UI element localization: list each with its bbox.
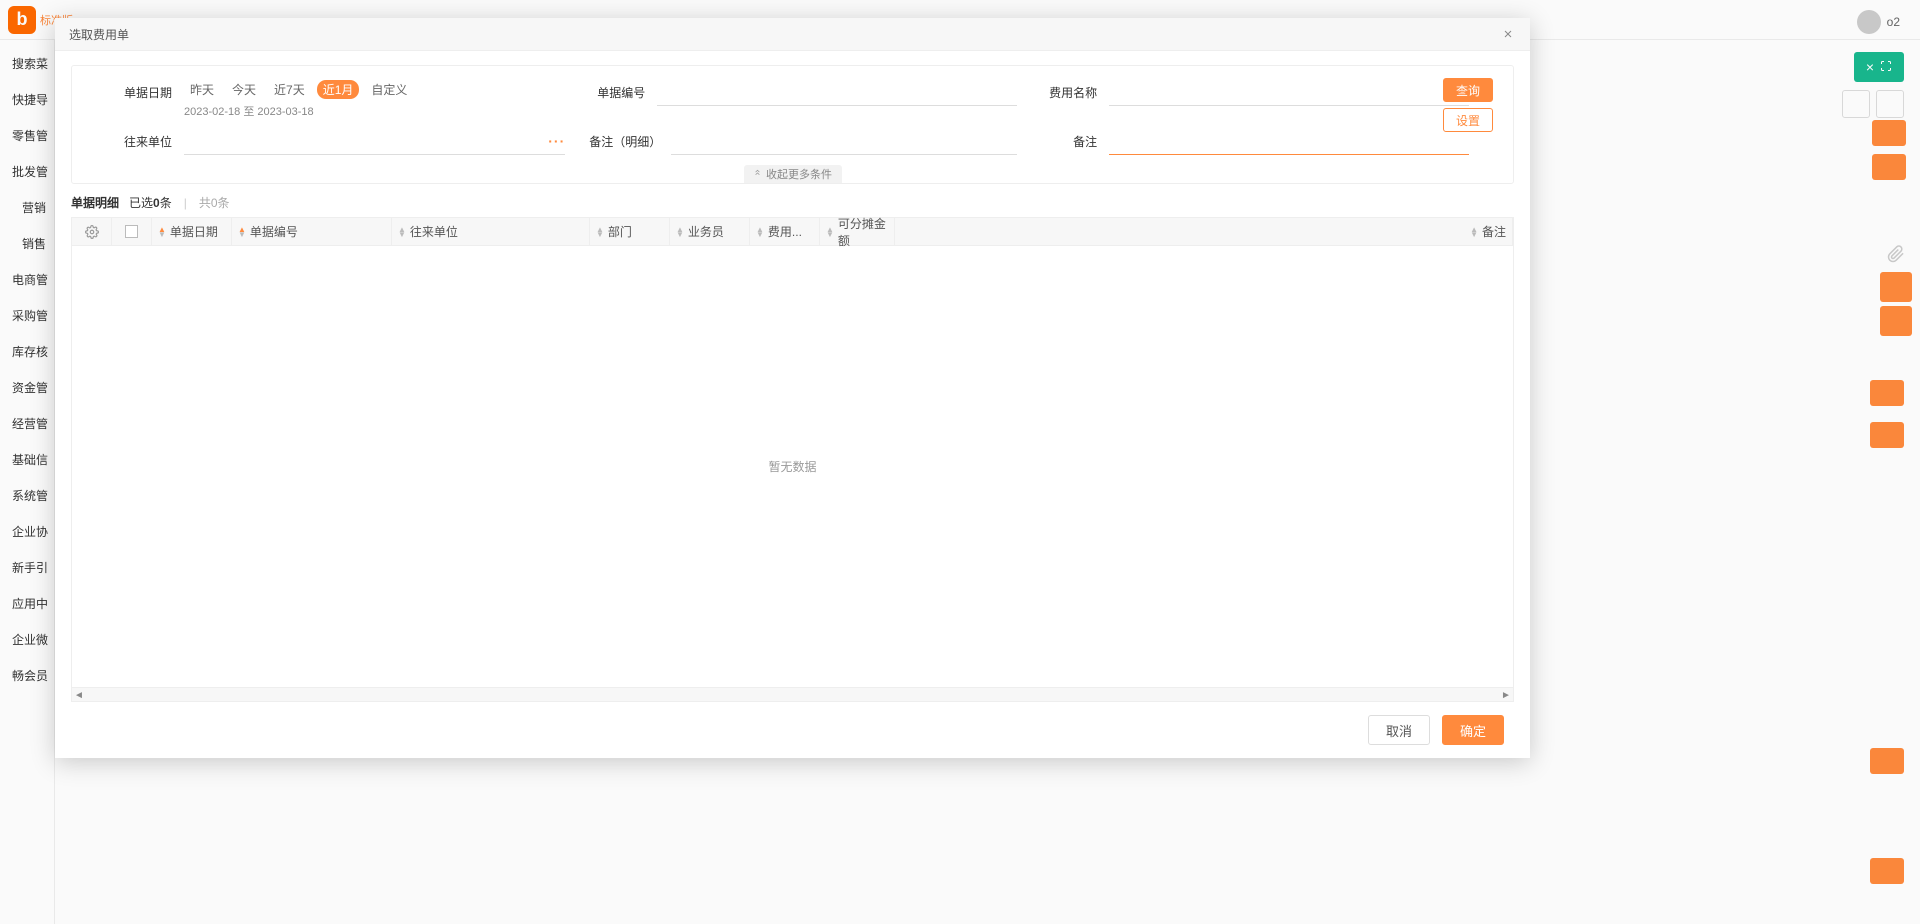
confirm-button[interactable]: 确定 (1442, 715, 1504, 745)
cancel-button[interactable]: 取消 (1368, 715, 1430, 745)
col-remark-label: 备注 (1482, 223, 1506, 240)
select-fee-modal: 选取费用单 查询 设置 单据日期 昨天 今天 (55, 18, 1530, 758)
chip-custom[interactable]: 自定义 (365, 80, 413, 99)
col-partner-label: 往来单位 (410, 223, 458, 240)
date-label: 单据日期 (116, 80, 172, 106)
data-table: ▲▼ 单据日期 ▲▼ 单据编号 ▲▼ 往来单位 ▲▼ 部门 (71, 217, 1514, 702)
data-section-header: 单据明细 已选0条 | 共0条 (71, 194, 1514, 211)
partner-label: 往来单位 (116, 129, 172, 155)
selected-summary: 已选0条 (129, 194, 172, 211)
col-alloc[interactable]: ▲▼ 可分摊金额 (820, 218, 895, 245)
table-header: ▲▼ 单据日期 ▲▼ 单据编号 ▲▼ 往来单位 ▲▼ 部门 (72, 218, 1513, 246)
col-code-label: 单据编号 (250, 223, 298, 240)
remark-detail-input[interactable] (671, 129, 1017, 155)
divider: | (184, 196, 187, 210)
modal-overlay: 选取费用单 查询 设置 单据日期 昨天 今天 (0, 0, 1920, 924)
gear-icon (85, 225, 99, 239)
modal-footer: 取消 确定 (55, 702, 1530, 758)
modal-close-button[interactable] (1500, 26, 1516, 42)
collapse-label: 收起更多条件 (766, 166, 832, 182)
remark-label: 备注 (1041, 129, 1097, 155)
col-staff-label: 业务员 (688, 223, 724, 240)
checkbox-icon (125, 225, 138, 238)
code-label: 单据编号 (589, 80, 645, 106)
partner-more-icon[interactable]: ··· (548, 133, 565, 149)
col-date-label: 单据日期 (170, 223, 218, 240)
col-dept[interactable]: ▲▼ 部门 (590, 218, 670, 245)
col-remark[interactable]: ▲▼ 备注 (895, 218, 1513, 245)
scroll-right-icon[interactable]: ► (1499, 688, 1513, 702)
filter-panel: 查询 设置 单据日期 昨天 今天 近7天 近1月 自定义 (71, 65, 1514, 184)
code-input[interactable] (657, 80, 1017, 106)
fee-name-input[interactable] (1109, 80, 1469, 106)
chip-today[interactable]: 今天 (226, 80, 262, 99)
empty-state: 暂无数据 (72, 246, 1513, 687)
col-dept-label: 部门 (608, 223, 632, 240)
col-select-all[interactable] (112, 218, 152, 245)
fee-name-label: 费用名称 (1041, 80, 1097, 106)
col-date[interactable]: ▲▼ 单据日期 (152, 218, 232, 245)
scroll-left-icon[interactable]: ◄ (72, 688, 86, 702)
col-alloc-label: 可分摊金额 (838, 215, 888, 249)
modal-header: 选取费用单 (55, 18, 1530, 51)
date-range-text: 2023-02-18 至 2023-03-18 (184, 103, 565, 119)
col-staff[interactable]: ▲▼ 业务员 (670, 218, 750, 245)
chip-last1m[interactable]: 近1月 (317, 80, 360, 99)
chip-yesterday[interactable]: 昨天 (184, 80, 220, 99)
modal-title: 选取费用单 (69, 26, 129, 43)
total-count: 共0条 (199, 194, 230, 211)
col-fee-label: 费用... (768, 223, 802, 240)
col-fee[interactable]: ▲▼ 费用... (750, 218, 820, 245)
fee-name-more-icon[interactable]: ··· (1452, 84, 1469, 100)
partner-input[interactable] (184, 129, 565, 155)
col-settings[interactable] (72, 218, 112, 245)
col-code[interactable]: ▲▼ 单据编号 (232, 218, 392, 245)
collapse-conditions[interactable]: 收起更多条件 (744, 165, 842, 183)
col-partner[interactable]: ▲▼ 往来单位 (392, 218, 590, 245)
horizontal-scrollbar[interactable]: ◄ ► (72, 687, 1513, 701)
remark-detail-label: 备注（明细） (589, 129, 659, 155)
collapse-chevron-icon (753, 168, 762, 180)
data-title: 单据明细 (71, 194, 119, 211)
remark-input[interactable] (1109, 129, 1469, 155)
chip-last7[interactable]: 近7天 (268, 80, 311, 99)
